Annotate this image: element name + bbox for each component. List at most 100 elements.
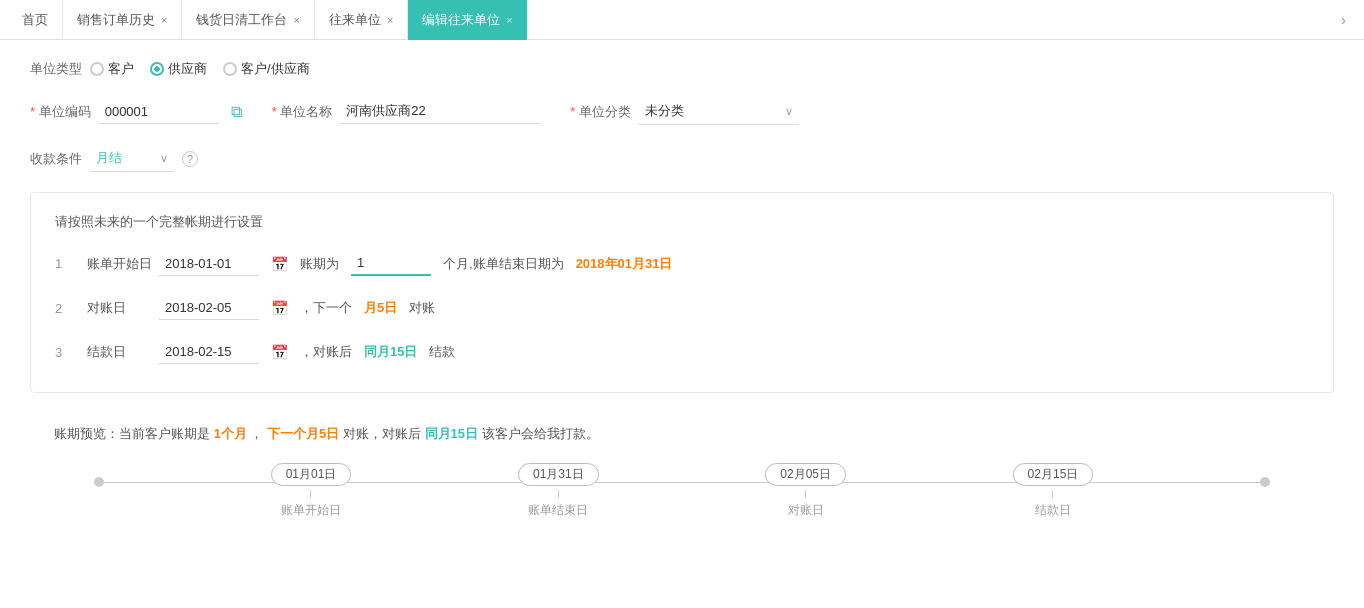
tab-arrow[interactable]: › — [1331, 12, 1356, 28]
preview-suffix: 该客户会给我打款。 — [482, 426, 599, 441]
timeline-label-1: 01月01日 — [271, 463, 352, 486]
tab-sales-history[interactable]: 销售订单历史 × — [63, 0, 182, 40]
timeline-wrapper: 01月01日 账单开始日 01月31日 账单结束日 02月05日 对账日 — [54, 463, 1310, 519]
period-num-input-1[interactable] — [351, 251, 431, 276]
timeline-sublabel-4: 结款日 — [1035, 502, 1071, 519]
unit-category-select[interactable]: 未分类 ∨ — [639, 98, 799, 125]
timeline-label-3: 02月05日 — [765, 463, 846, 486]
period-num-3: 3 — [55, 345, 75, 360]
calendar-icon-1[interactable]: 📅 — [271, 256, 288, 272]
radio-both[interactable]: 客户/供应商 — [223, 60, 310, 78]
unit-code-input[interactable] — [99, 100, 219, 124]
timeline: 01月01日 账单开始日 01月31日 账单结束日 02月05日 对账日 — [94, 463, 1270, 519]
tab-partner-close[interactable]: × — [387, 14, 393, 26]
timeline-label-2: 01月31日 — [518, 463, 599, 486]
radio-supplier-label: 供应商 — [168, 60, 207, 78]
main-content: 单位类型 客户 供应商 客户/供应商 单位编码 ⧉ — [0, 40, 1364, 608]
period-text-2b: 对账 — [409, 299, 435, 317]
preview-p2: 下一个月5日 — [267, 426, 339, 441]
timeline-dot-start — [94, 477, 104, 487]
unit-code-label: 单位编码 — [30, 103, 91, 121]
period-label-3: 结款日 — [87, 343, 147, 361]
unit-name-label: 单位名称 — [272, 103, 333, 121]
timeline-dot-end — [1260, 477, 1270, 487]
timeline-tick-2 — [558, 490, 559, 498]
payment-row: 收款条件 月结 ∨ ? — [30, 145, 1334, 172]
preview-prefix: 账期预览：当前客户账期是 — [54, 426, 210, 441]
timeline-point-4: 02月15日 结款日 — [1013, 463, 1094, 519]
help-icon[interactable]: ? — [182, 151, 198, 167]
calendar-icon-2[interactable]: 📅 — [271, 300, 288, 316]
radio-supplier-circle — [150, 62, 164, 76]
period-card-title: 请按照未来的一个完整帐期进行设置 — [55, 213, 1309, 231]
period-num-1: 1 — [55, 256, 75, 271]
preview-sep1: ， — [250, 426, 263, 441]
radio-customer[interactable]: 客户 — [90, 60, 134, 78]
period-text-2a: ，下一个 — [300, 299, 352, 317]
period-date-input-1[interactable] — [159, 252, 259, 276]
tab-bar: 首页 销售订单历史 × 钱货日清工作台 × 往来单位 × 编辑往来单位 × › — [0, 0, 1364, 40]
timeline-end-dot — [1260, 463, 1270, 487]
period-highlight-3: 同月15日 — [364, 343, 417, 361]
radio-customer-circle — [90, 62, 104, 76]
period-highlight-2: 月5日 — [364, 299, 397, 317]
preview-sep2: 对账，对账后 — [343, 426, 421, 441]
unit-category-value: 未分类 — [645, 102, 781, 120]
unit-code-group: 单位编码 ⧉ — [30, 100, 242, 124]
timeline-tick-4 — [1052, 490, 1053, 498]
period-num-2: 2 — [55, 301, 75, 316]
period-row-3: 3 结款日 📅 ，对账后 同月15日 结款 — [55, 340, 1309, 364]
period-text-3b: 结款 — [429, 343, 455, 361]
tab-sales-history-label: 销售订单历史 — [77, 11, 155, 29]
payment-select[interactable]: 月结 ∨ — [90, 145, 174, 172]
timeline-start-dot — [94, 463, 104, 487]
preview-p3: 同月15日 — [425, 426, 478, 441]
unit-name-input[interactable] — [340, 100, 540, 124]
tab-cashflow[interactable]: 钱货日清工作台 × — [182, 0, 314, 40]
tab-cashflow-close[interactable]: × — [293, 14, 299, 26]
timeline-sublabel-1: 账单开始日 — [281, 502, 341, 519]
tab-partner-label: 往来单位 — [329, 11, 381, 29]
unit-category-label: 单位分类 — [570, 103, 631, 121]
timeline-point-1: 01月01日 账单开始日 — [271, 463, 352, 519]
period-card: 请按照未来的一个完整帐期进行设置 1 账单开始日 📅 账期为 个月,账单结束日期… — [30, 192, 1334, 393]
timeline-sublabel-2: 账单结束日 — [528, 502, 588, 519]
tab-home[interactable]: 首页 — [8, 0, 63, 40]
period-date-input-3[interactable] — [159, 340, 259, 364]
period-date-input-2[interactable] — [159, 296, 259, 320]
timeline-label-4: 02月15日 — [1013, 463, 1094, 486]
tab-edit-partner-close[interactable]: × — [506, 14, 512, 26]
unit-type-row: 单位类型 客户 供应商 客户/供应商 — [30, 60, 1334, 78]
timeline-sublabel-3: 对账日 — [788, 502, 824, 519]
payment-label: 收款条件 — [30, 150, 82, 168]
period-row-1: 1 账单开始日 📅 账期为 个月,账单结束日期为 2018年01月31日 — [55, 251, 1309, 276]
radio-supplier[interactable]: 供应商 — [150, 60, 207, 78]
period-label-1: 账单开始日 — [87, 255, 147, 273]
period-text-3a: ，对账后 — [300, 343, 352, 361]
timeline-point-2: 01月31日 账单结束日 — [518, 463, 599, 519]
unit-type-group: 单位类型 客户 供应商 客户/供应商 — [30, 60, 310, 78]
tab-home-label: 首页 — [22, 11, 48, 29]
period-label-2: 对账日 — [87, 299, 147, 317]
payment-value: 月结 — [96, 149, 156, 167]
unit-name-group: 单位名称 — [272, 100, 541, 124]
unit-category-group: 单位分类 未分类 ∨ — [570, 98, 799, 125]
payment-group: 收款条件 月结 ∨ ? — [30, 145, 198, 172]
preview-p1: 1个月 — [214, 426, 247, 441]
payment-chevron-icon: ∨ — [160, 152, 168, 165]
period-end-date-1: 2018年01月31日 — [576, 255, 673, 273]
radio-both-label: 客户/供应商 — [241, 60, 310, 78]
category-chevron-icon: ∨ — [785, 105, 793, 118]
copy-icon[interactable]: ⧉ — [231, 103, 242, 121]
radio-group: 客户 供应商 客户/供应商 — [90, 60, 310, 78]
tab-sales-history-close[interactable]: × — [161, 14, 167, 26]
timeline-point-3: 02月05日 对账日 — [765, 463, 846, 519]
calendar-icon-3[interactable]: 📅 — [271, 344, 288, 360]
tab-edit-partner[interactable]: 编辑往来单位 × — [408, 0, 527, 40]
period-text-1a: 账期为 — [300, 255, 339, 273]
unit-info-row: 单位编码 ⧉ 单位名称 单位分类 未分类 ∨ — [30, 98, 1334, 125]
tab-partner[interactable]: 往来单位 × — [315, 0, 408, 40]
radio-customer-label: 客户 — [108, 60, 134, 78]
period-row-2: 2 对账日 📅 ，下一个 月5日 对账 — [55, 296, 1309, 320]
radio-both-circle — [223, 62, 237, 76]
